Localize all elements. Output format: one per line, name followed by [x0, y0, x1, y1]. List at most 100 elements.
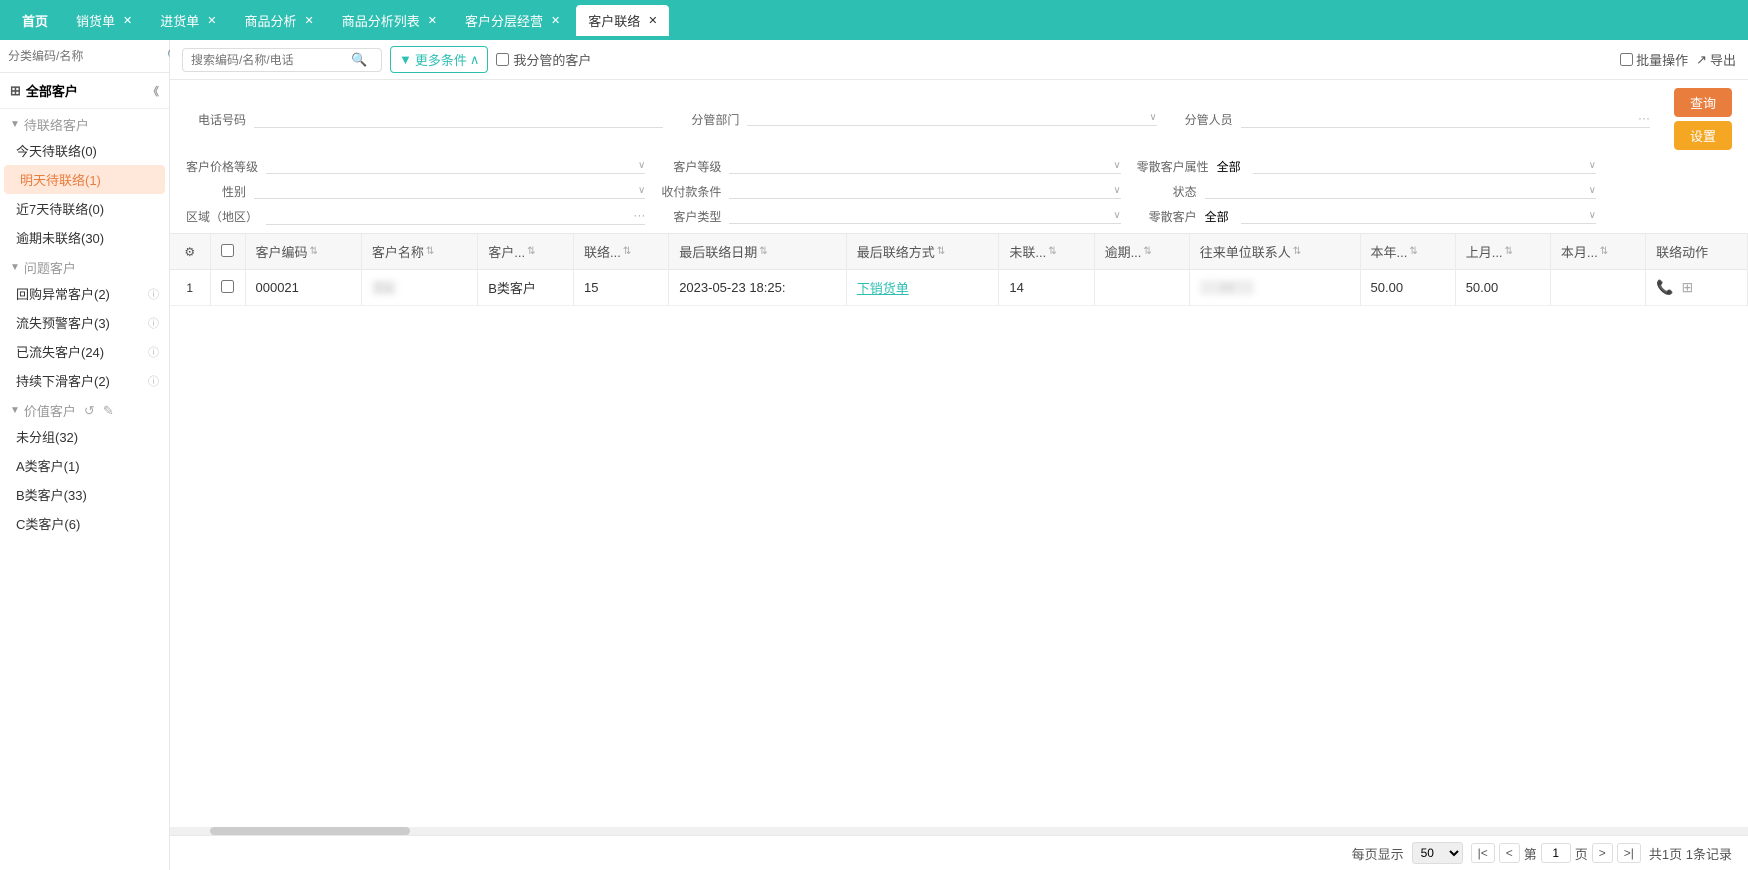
nav-tab-1-close[interactable]: ✕	[207, 14, 216, 27]
sidebar-item-ungroup[interactable]: 未分组(32)	[0, 422, 169, 451]
th-overdue-label: 逾期...	[1105, 242, 1142, 261]
sidebar-search-input[interactable]	[8, 49, 163, 63]
sidebar-item-tomorrow[interactable]: 明天待联络(1)	[4, 165, 165, 194]
nav-tab-4[interactable]: 客户分层经营 ✕	[453, 5, 572, 36]
retail-attr-select[interactable]: ∨	[1253, 160, 1596, 174]
query-button[interactable]: 查询	[1674, 88, 1732, 117]
info-icon-2[interactable]: ⓘ	[148, 344, 159, 360]
sidebar-item-abnormal[interactable]: 回购异常客户(2) ⓘ	[0, 279, 169, 308]
sidebar-item-overdue[interactable]: 逾期未联络(30)	[0, 223, 169, 252]
region-dots[interactable]: ···	[633, 208, 645, 222]
page-suffix: 页	[1575, 844, 1588, 863]
customer-type-select[interactable]: ∨	[729, 210, 1120, 224]
page-input[interactable]	[1541, 843, 1571, 863]
th-name[interactable]: 客户名称 ⇅	[361, 234, 477, 270]
sort-icon-2: ⇅	[527, 246, 535, 257]
sidebar-item-lost[interactable]: 已流失客户(24) ⓘ	[0, 337, 169, 366]
sidebar-all-customers[interactable]: ⊞ 全部客户 《	[0, 73, 169, 109]
info-icon-1[interactable]: ⓘ	[148, 315, 159, 331]
action-phone-icon[interactable]: 📞	[1656, 279, 1673, 296]
phone-input[interactable]	[254, 111, 663, 125]
th-last-month[interactable]: 上月... ⇅	[1455, 234, 1550, 270]
nav-tab-3[interactable]: 商品分析列表 ✕	[330, 5, 449, 36]
search-icon[interactable]: 🔍	[351, 52, 367, 68]
th-overdue[interactable]: 逾期... ⇅	[1094, 234, 1189, 270]
th-contact-person[interactable]: 往来单位联系人 ⇅	[1189, 234, 1360, 270]
person-select[interactable]: ···	[1241, 111, 1650, 128]
retail-select[interactable]: ∨	[1241, 210, 1596, 224]
action-grid-icon[interactable]: ⊞	[1682, 279, 1694, 296]
next-page-btn[interactable]: >	[1592, 843, 1613, 863]
dept-select[interactable]: ∨	[747, 112, 1156, 126]
sidebar-item-today[interactable]: 今天待联络(0)	[0, 136, 169, 165]
nav-home[interactable]: 首页	[10, 5, 60, 36]
nav-tab-2-close[interactable]: ✕	[305, 14, 314, 27]
sidebar-item-a[interactable]: A类客户(1)	[0, 451, 169, 480]
sidebar-item-c[interactable]: C类客户(6)	[0, 509, 169, 538]
select-all-checkbox[interactable]	[221, 244, 234, 257]
region-select[interactable]: ···	[266, 208, 645, 225]
th-last-date[interactable]: 最后联络日期 ⇅	[669, 234, 847, 270]
region-label: 区域（地区）	[186, 208, 258, 225]
customer-table: ⚙ 客户编码 ⇅ 客户名称	[170, 234, 1748, 306]
th-this-month[interactable]: 本月... ⇅	[1550, 234, 1645, 270]
row-checkbox[interactable]	[221, 280, 234, 293]
info-icon-0[interactable]: ⓘ	[148, 286, 159, 302]
nav-tab-5[interactable]: 客户联络 ✕	[576, 5, 669, 36]
last-page-btn[interactable]: >|	[1617, 843, 1641, 863]
nav-tab-2[interactable]: 商品分析 ✕	[232, 5, 325, 36]
filter-status: 状态 ∨	[1137, 183, 1596, 200]
th-contact[interactable]: 联络... ⇅	[574, 234, 669, 270]
nav-tab-1[interactable]: 进货单 ✕	[148, 5, 228, 36]
row-last-method[interactable]: 下销货单	[857, 281, 909, 296]
nav-tab-4-close[interactable]: ✕	[551, 14, 560, 27]
export-btn[interactable]: ↗ 导出	[1696, 50, 1736, 69]
nav-tab-5-close[interactable]: ✕	[648, 14, 657, 27]
batch-op-btn[interactable]: 批量操作	[1620, 50, 1688, 69]
gender-select[interactable]: ∨	[254, 185, 645, 199]
my-customers-checkbox[interactable]	[496, 53, 509, 66]
first-page-btn[interactable]: |<	[1471, 843, 1495, 863]
export-icon: ↗	[1696, 52, 1707, 68]
customer-type-chev: ∨	[1113, 210, 1120, 221]
sidebar-item-declining[interactable]: 持续下滑客户(2) ⓘ	[0, 366, 169, 395]
info-icon-3[interactable]: ⓘ	[148, 373, 159, 389]
search-input[interactable]	[191, 53, 351, 67]
th-gear[interactable]: ⚙	[170, 234, 210, 270]
phone-input-area[interactable]	[254, 111, 663, 128]
th-last-method[interactable]: 最后联络方式 ⇅	[846, 234, 999, 270]
th-code[interactable]: 客户编码 ⇅	[245, 234, 361, 270]
filter-btn[interactable]: ▼ 更多条件 ∧	[390, 46, 488, 73]
status-select[interactable]: ∨	[1205, 185, 1596, 199]
customer-level-select[interactable]: ∨	[729, 160, 1120, 174]
edit-icon[interactable]: ✎	[103, 403, 114, 419]
per-page-label: 每页显示	[1352, 844, 1404, 863]
batch-checkbox[interactable]	[1620, 53, 1633, 66]
nav-tab-0-close[interactable]: ✕	[123, 14, 132, 27]
sidebar-item-b[interactable]: B类客户(33)	[0, 480, 169, 509]
prev-page-btn[interactable]: <	[1499, 843, 1520, 863]
per-page-select[interactable]: 50 100 200	[1412, 842, 1463, 864]
collapse-icon[interactable]: 《	[148, 83, 159, 99]
th-unlisted[interactable]: 未联... ⇅	[999, 234, 1094, 270]
person-dots[interactable]: ···	[1638, 111, 1650, 125]
th-this-year[interactable]: 本年... ⇅	[1360, 234, 1455, 270]
th-type[interactable]: 客户... ⇅	[478, 234, 574, 270]
sidebar-item-lostwarning[interactable]: 流失预警客户(3) ⓘ	[0, 308, 169, 337]
price-level-select[interactable]: ∨	[266, 160, 645, 174]
nav-tab-0-label: 销货单	[76, 11, 115, 30]
td-action: 📞 ⊞	[1646, 270, 1748, 306]
nav-tab-3-close[interactable]: ✕	[428, 14, 437, 27]
overdue-label: 逾期未联络(30)	[16, 228, 104, 247]
scrollbar-thumb[interactable]	[210, 827, 410, 835]
payment-select[interactable]: ∨	[729, 185, 1120, 199]
th-this-month-label: 本月...	[1561, 242, 1598, 261]
search-box: 🔍	[182, 48, 382, 72]
th-checkbox	[210, 234, 245, 270]
refresh-icon[interactable]: ↺	[84, 403, 95, 419]
horizontal-scrollbar[interactable]	[170, 827, 1748, 835]
th-last-method-label: 最后联络方式	[857, 242, 935, 261]
sidebar-item-7days[interactable]: 近7天待联络(0)	[0, 194, 169, 223]
nav-tab-0[interactable]: 销货单 ✕	[64, 5, 144, 36]
set-button[interactable]: 设置	[1674, 121, 1732, 150]
